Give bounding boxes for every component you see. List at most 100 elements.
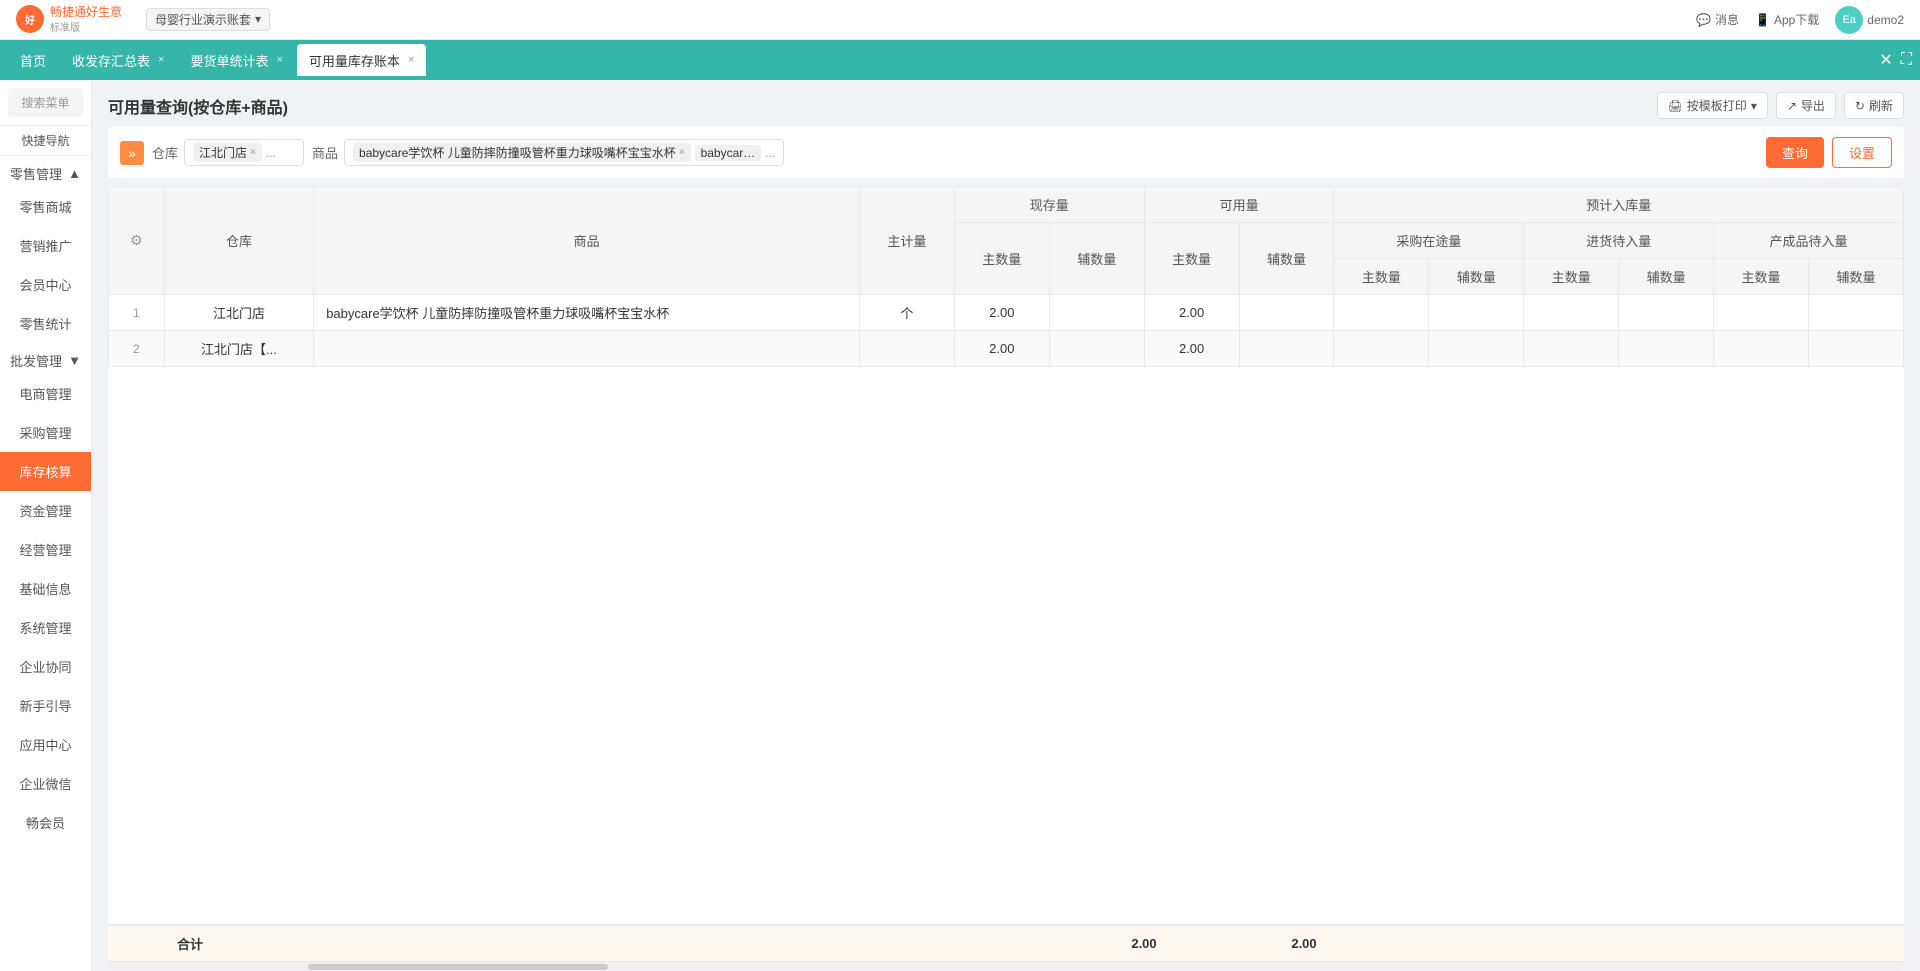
th-warehouse: 仓库 [164,187,314,295]
sidebar-item-inventory[interactable]: 库存核算 [0,452,91,491]
footer-label: 合计 [140,934,240,953]
th-available-main: 主数量 [1144,223,1239,295]
sidebar-item-vip-member[interactable]: 畅会员 [0,803,91,842]
th-planned-inbound-group: 预计入库量 [1334,187,1904,223]
sidebar-item-finance[interactable]: 资金管理 [0,491,91,530]
sidebar-purchase-label: 采购管理 [19,423,71,442]
row-1-products-waiting-main [1714,295,1809,331]
filter-actions: 查询 设置 [1766,137,1892,168]
print-label: 按模板打印 [1687,97,1747,114]
product-tag-1-close[interactable]: × [679,147,685,158]
query-btn[interactable]: 查询 [1766,137,1824,168]
row-2-purchase-transit-main [1334,331,1429,367]
row-2-unit [859,331,954,367]
sidebar-item-enterprise[interactable]: 企业协同 [0,647,91,686]
top-bar-left: 好 畅捷通好生意 标准版 母婴行业演示账套 ▾ [16,5,270,34]
sidebar-item-purchase[interactable]: 采购管理 [0,413,91,452]
th-current-aux: 辅数量 [1049,223,1144,295]
sidebar-item-retail-mall[interactable]: 零售商城 [0,187,91,226]
product-filter-more[interactable]: ... [765,146,775,160]
username: demo2 [1867,13,1904,27]
industry-selector[interactable]: 母婴行业演示账套 ▾ [146,8,270,31]
sidebar-item-base-info[interactable]: 基础信息 [0,569,91,608]
tab-order-stats-close[interactable]: × [276,54,282,66]
app-download-btn[interactable]: 📱 App下载 [1755,11,1819,28]
filter-toggle-btn[interactable]: » [120,141,144,165]
page-title: 可用量查询(按仓库+商品) [108,94,288,118]
page-header: 可用量查询(按仓库+商品) 🖨 按模板打印 ▾ ↗ 导出 ↻ 刷新 [92,80,1920,127]
product-filter-input[interactable]: babycare学饮杯 儿童防摔防撞吸管杯重力球吸嘴杯宝宝水杯 × babyca… [344,139,784,166]
row-1-current-main: 2.00 [954,295,1049,331]
sidebar-item-wholesale[interactable]: 批发管理 ▼ [0,343,91,374]
sidebar-item-marketing[interactable]: 营销推广 [0,226,91,265]
sidebar-marketing-label: 营销推广 [19,236,71,255]
sidebar-item-operations[interactable]: 经营管理 [0,530,91,569]
user-profile[interactable]: Ea demo2 [1835,6,1904,34]
th-product: 商品 [314,187,860,295]
row-2-purchase-transit-aux [1429,331,1524,367]
refresh-btn[interactable]: ↻ 刷新 [1844,92,1904,119]
row-1-purchase-transit-aux [1429,295,1524,331]
sidebar-vip-member-label: 畅会员 [26,813,65,832]
expand-window-icon[interactable]: ⛶ [1901,51,1912,69]
print-icon: 🖨 [1668,99,1683,113]
sidebar-finance-label: 资金管理 [19,501,71,520]
row-2-goods-waiting-aux [1619,331,1714,367]
th-current-stock-group: 现存量 [954,187,1144,223]
table-row: 1 江北门店 babycare学饮杯 儿童防摔防撞吸管杯重力球吸嘴杯宝宝水杯 个… [109,295,1904,331]
warehouse-filter-more[interactable]: ... [266,146,276,160]
table-scroll[interactable]: ⚙ 仓库 商品 主计量 现存量 可用量 预计入库量 主数量 辅数量 [108,186,1904,924]
print-template-btn[interactable]: 🖨 按模板打印 ▾ [1657,92,1768,119]
export-btn[interactable]: ↗ 导出 [1776,92,1836,119]
sidebar-item-ecommerce[interactable]: 电商管理 [0,374,91,413]
refresh-label: 刷新 [1869,97,1893,114]
product-tag-2: babycar… [695,145,762,161]
row-2-warehouse: 江北门店【... [164,331,314,367]
tab-available-inventory-label: 可用量库存账本 [309,51,400,70]
settings-btn[interactable]: 设置 [1832,137,1892,168]
column-settings-icon[interactable]: ⚙ [130,232,143,248]
warehouse-tag-close[interactable]: × [250,147,256,158]
table-container: ⚙ 仓库 商品 主计量 现存量 可用量 预计入库量 主数量 辅数量 [108,186,1904,971]
tab-receipt-summary-label: 收发存汇总表 [72,51,150,70]
sidebar-ecommerce-label: 电商管理 [19,384,71,403]
sidebar-item-retail-stats[interactable]: 零售统计 [0,304,91,343]
sidebar-item-retail-management[interactable]: 零售管理 ▲ [0,156,91,187]
row-1-unit: 个 [859,295,954,331]
sidebar-item-app-center[interactable]: 应用中心 [0,725,91,764]
tab-available-inventory[interactable]: 可用量库存账本 × [297,44,426,76]
row-2-product [314,331,860,367]
sidebar-item-new-guide[interactable]: 新手引导 [0,686,91,725]
tab-receipt-summary[interactable]: 收发存汇总表 × [60,44,176,76]
row-2-current-aux [1049,331,1144,367]
th-goods-waiting-main: 主数量 [1524,259,1619,295]
logo-area: 好 畅捷通好生意 标准版 [16,5,122,34]
chevron-up-icon: ▲ [68,166,81,181]
main-layout: 搜索菜单 快捷导航 零售管理 ▲ 零售商城 营销推广 会员中心 零售统计 批发管… [0,80,1920,971]
sidebar-member-label: 会员中心 [19,275,71,294]
sidebar-quick-nav[interactable]: 快捷导航 [0,126,91,156]
footer-table: 合计 2.00 2.00 [108,934,1904,953]
th-available-group: 可用量 [1144,187,1334,223]
warehouse-filter-input[interactable]: 江北门店 × ... [184,139,304,166]
sidebar-search-btn[interactable]: 搜索菜单 [8,88,83,117]
table-row: 2 江北门店【... 2.00 2.00 [109,331,1904,367]
footer-current-main: 2.00 [1104,934,1184,953]
row-2-products-waiting-aux [1809,331,1904,367]
row-1-available-main: 2.00 [1144,295,1239,331]
close-window-icon[interactable]: ✕ [1879,50,1892,70]
sidebar-item-member[interactable]: 会员中心 [0,265,91,304]
tab-receipt-summary-close[interactable]: × [158,54,164,66]
horizontal-scrollbar[interactable] [108,961,1904,971]
tab-available-inventory-close[interactable]: × [408,54,414,66]
product-filter-label: 商品 [312,143,338,162]
tab-home[interactable]: 首页 [8,44,58,76]
sidebar-retail-label: 零售管理 [10,164,62,183]
sidebar-enterprise-label: 企业协同 [19,657,71,676]
tab-order-stats[interactable]: 要货单统计表 × [178,44,294,76]
sidebar-item-enterprise-wechat[interactable]: 企业微信 [0,764,91,803]
industry-label: 母婴行业演示账套 [155,11,251,28]
sidebar-item-system[interactable]: 系统管理 [0,608,91,647]
message-btn[interactable]: 💬 消息 [1696,11,1739,28]
product-filter-field: 商品 babycare学饮杯 儿童防摔防撞吸管杯重力球吸嘴杯宝宝水杯 × bab… [312,139,784,166]
